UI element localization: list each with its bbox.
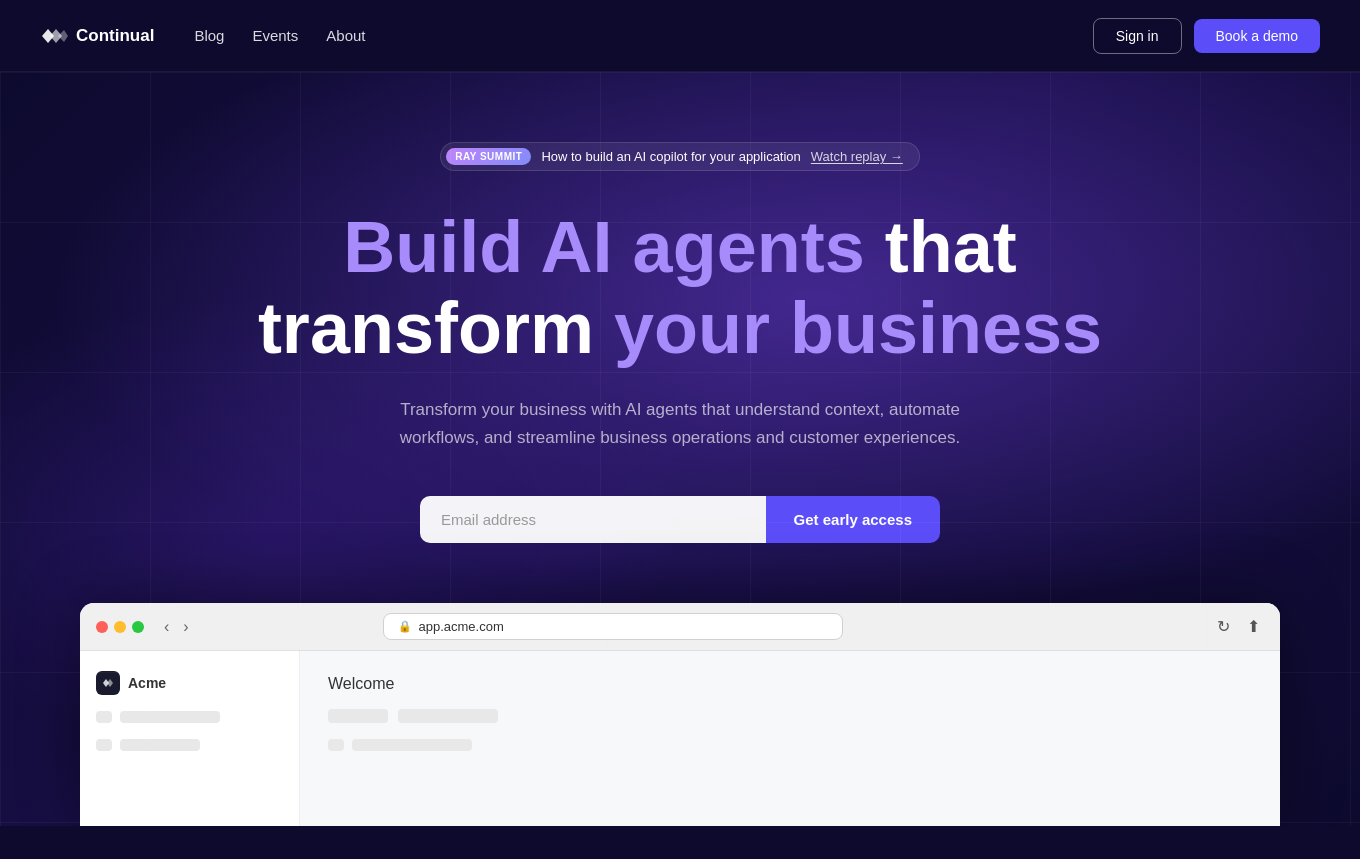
browser-back-button[interactable]: ‹ — [160, 616, 173, 638]
skel-icon-2 — [96, 739, 112, 751]
browser-url-bar[interactable]: 🔒 app.acme.com — [383, 613, 843, 640]
browser-share-button[interactable]: ⬆ — [1243, 613, 1264, 640]
browser-url-text: app.acme.com — [418, 619, 503, 634]
browser-main-title: Welcome — [328, 675, 1252, 693]
browser-sidebar: Acme — [80, 651, 300, 826]
lock-icon: 🔒 — [398, 620, 412, 633]
sidebar-skeleton-1 — [96, 711, 283, 723]
hero-subtitle: Transform your business with AI agents t… — [380, 396, 980, 452]
nav-link-events[interactable]: Events — [252, 27, 298, 44]
main-skel-1 — [328, 709, 388, 723]
browser-mockup-wrap: ‹ › 🔒 app.acme.com ↻ ⬆ — [40, 603, 1320, 826]
sidebar-logo-text: Acme — [128, 675, 166, 691]
browser-nav: ‹ › — [160, 616, 193, 638]
badge-tag: RAY SUMMIT — [446, 148, 531, 165]
book-demo-button[interactable]: Book a demo — [1194, 19, 1321, 53]
browser-mockup: ‹ › 🔒 app.acme.com ↻ ⬆ — [80, 603, 1280, 826]
email-input[interactable] — [420, 496, 766, 543]
nav-link-about[interactable]: About — [326, 27, 365, 44]
skel-icon-1 — [96, 711, 112, 723]
skel-text-2 — [120, 739, 200, 751]
hero-title-purple-1: Build AI agents — [343, 207, 864, 287]
logo-text: Continual — [76, 26, 154, 46]
nav-right: Sign in Book a demo — [1093, 18, 1320, 54]
sidebar-logo-icon — [96, 671, 120, 695]
hero-form: Get early access — [420, 496, 940, 543]
browser-actions: ↻ ⬆ — [1213, 613, 1264, 640]
traffic-lights — [96, 621, 144, 633]
hero-title-white-1: that — [865, 207, 1017, 287]
signin-button[interactable]: Sign in — [1093, 18, 1182, 54]
nav-left: Continual Blog Events About — [40, 25, 365, 47]
skel-text-1 — [120, 711, 220, 723]
nav-links: Blog Events About — [194, 27, 365, 45]
early-access-button[interactable]: Get early access — [766, 496, 940, 543]
main-skel-4 — [352, 739, 472, 751]
main-skel-3 — [328, 739, 344, 751]
traffic-light-yellow[interactable] — [114, 621, 126, 633]
browser-main: Welcome — [300, 651, 1280, 826]
logo[interactable]: Continual — [40, 25, 154, 47]
browser-content: Acme Welcome — [80, 651, 1280, 826]
hero-section: RAY SUMMIT How to build an AI copilot fo… — [0, 72, 1360, 826]
browser-bar: ‹ › 🔒 app.acme.com ↻ ⬆ — [80, 603, 1280, 651]
browser-forward-button[interactable]: › — [179, 616, 192, 638]
browser-main-row-2 — [328, 739, 1252, 751]
nav-link-blog[interactable]: Blog — [194, 27, 224, 44]
sidebar-skeleton-2 — [96, 739, 283, 751]
traffic-light-green[interactable] — [132, 621, 144, 633]
logo-icon — [40, 25, 68, 47]
browser-sidebar-logo: Acme — [96, 671, 283, 695]
badge-text: How to build an AI copilot for your appl… — [541, 149, 800, 164]
badge-link[interactable]: Watch replay → — [811, 149, 903, 164]
hero-title-purple-2: your business — [614, 288, 1102, 368]
hero-title: Build AI agents that transform your busi… — [258, 207, 1102, 368]
browser-reload-button[interactable]: ↻ — [1213, 613, 1234, 640]
hero-title-white-2: transform — [258, 288, 614, 368]
main-skel-2 — [398, 709, 498, 723]
browser-main-skels — [328, 709, 1252, 723]
navbar: Continual Blog Events About Sign in Book… — [0, 0, 1360, 72]
traffic-light-red[interactable] — [96, 621, 108, 633]
hero-badge: RAY SUMMIT How to build an AI copilot fo… — [440, 142, 920, 171]
